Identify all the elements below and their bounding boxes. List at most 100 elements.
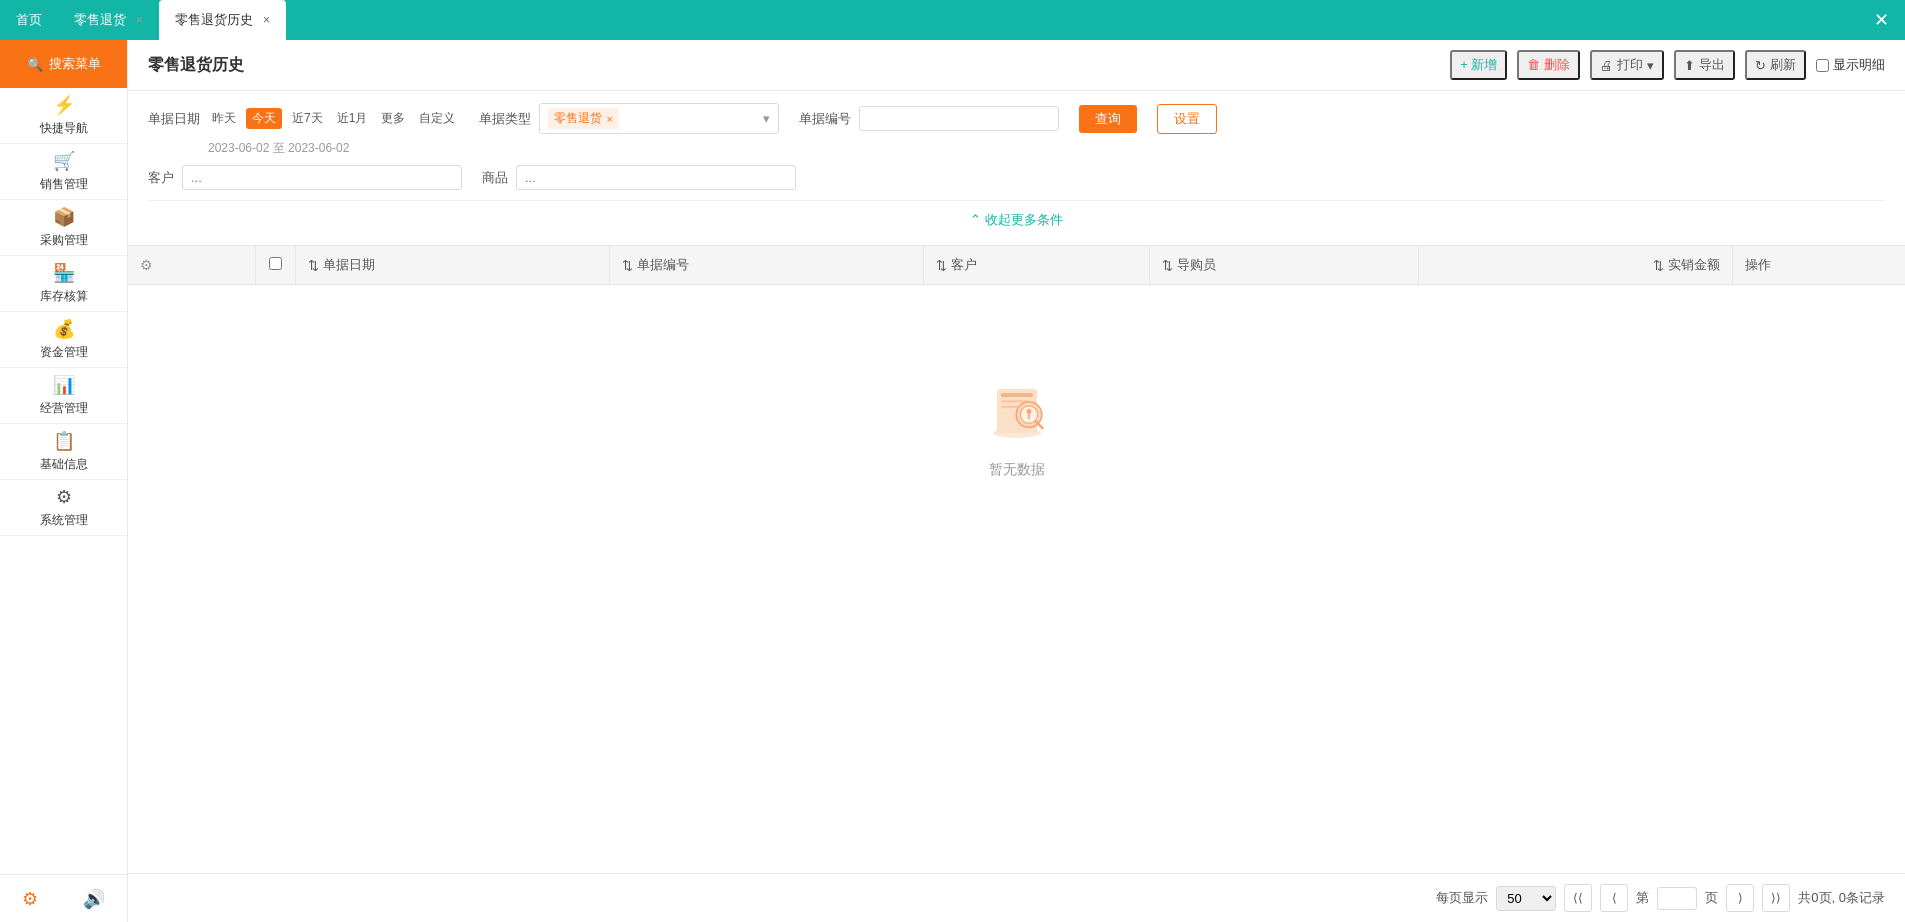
sidebar-item-sales-label: 销售管理: [40, 176, 88, 193]
empty-state-row: 暂无数据: [128, 285, 1905, 560]
filter-date-label: 单据日期: [148, 110, 200, 128]
th-guide-sort-icon: ⇅: [1162, 258, 1173, 273]
type-tag-text: 零售退货: [554, 110, 602, 127]
date-shortcuts: 昨天 今天 近7天 近1月 更多 自定义: [208, 108, 459, 129]
th-action: 操作: [1733, 246, 1905, 285]
collapse-button[interactable]: ⌃ 收起更多条件: [958, 207, 1075, 233]
filter-goods-input[interactable]: [516, 165, 796, 190]
sidebar-item-sales[interactable]: 🛒 销售管理: [0, 144, 127, 200]
date-range-display: 2023-06-02 至 2023-06-02: [208, 138, 1885, 157]
settings-bottom-icon[interactable]: ⚙: [22, 888, 38, 910]
filter-goods-label: 商品: [482, 169, 508, 187]
page-label: 第: [1636, 889, 1649, 907]
sidebar-search-label: 搜索菜单: [49, 55, 101, 73]
th-customer-sort-icon: ⇅: [936, 258, 947, 273]
refresh-icon: ↻: [1755, 58, 1766, 73]
sidebar-item-finance-label: 资金管理: [40, 344, 88, 361]
filter-row-2: 客户 商品: [148, 165, 1885, 190]
settings-icon[interactable]: ⚙: [140, 257, 153, 273]
tab-retail-return-history-close[interactable]: ×: [263, 13, 270, 27]
filter-customer-label: 客户: [148, 169, 174, 187]
tab-retail-return[interactable]: 零售退货 ×: [58, 0, 159, 40]
svg-rect-2: [1001, 393, 1033, 397]
sidebar-item-purchase[interactable]: 📦 采购管理: [0, 200, 127, 256]
print-arrow-icon: ▾: [1647, 58, 1654, 73]
filter-type: 单据类型 零售退货 × ▾: [479, 103, 779, 134]
filter-number-input[interactable]: [859, 106, 1059, 131]
audio-icon[interactable]: 🔊: [83, 888, 105, 910]
total-info: 共0页, 0条记录: [1798, 889, 1885, 907]
shortcut-custom[interactable]: 自定义: [415, 108, 459, 129]
filter-type-label: 单据类型: [479, 110, 531, 128]
shortcut-7days[interactable]: 近7天: [288, 108, 327, 129]
first-page-button[interactable]: ⟨⟨: [1564, 884, 1592, 912]
filter-row-1: 单据日期 昨天 今天 近7天 近1月 更多 自定义 单据类型: [148, 103, 1885, 134]
empty-state-icon: [977, 365, 1057, 445]
set-button[interactable]: 设置: [1157, 104, 1217, 134]
page-header: 零售退货历史 + 新增 🗑 删除 🖨 🖨 打印 打印 ▾ ⬆ 导出 ↻ 刷新: [128, 40, 1905, 91]
sidebar-item-purchase-label: 采购管理: [40, 232, 88, 249]
filter-goods: 商品: [482, 165, 796, 190]
filter-section: 单据日期 昨天 今天 近7天 近1月 更多 自定义 单据类型: [128, 91, 1905, 246]
print-button[interactable]: 🖨 🖨 打印 打印 ▾: [1590, 50, 1664, 80]
shortcut-1month[interactable]: 近1月: [333, 108, 372, 129]
th-date: ⇅ 单据日期: [296, 246, 610, 285]
next-page-button[interactable]: ⟩: [1726, 884, 1754, 912]
shortcut-more[interactable]: 更多: [377, 108, 409, 129]
sidebar-item-basic-info[interactable]: 📋 基础信息: [0, 424, 127, 480]
basic-info-icon: 📋: [53, 430, 75, 452]
sidebar-item-system-label: 系统管理: [40, 512, 88, 529]
last-page-button[interactable]: ⟩⟩: [1762, 884, 1790, 912]
sidebar-item-operations-label: 经营管理: [40, 400, 88, 417]
search-icon: 🔍: [27, 57, 43, 72]
sidebar-item-finance[interactable]: 💰 资金管理: [0, 312, 127, 368]
prev-page-button[interactable]: ⟨: [1600, 884, 1628, 912]
type-tag: 零售退货 ×: [548, 108, 618, 129]
system-icon: ⚙: [56, 486, 72, 508]
purchase-icon: 📦: [53, 206, 75, 228]
filter-number-label: 单据编号: [799, 110, 851, 128]
new-button[interactable]: + 新增: [1450, 50, 1507, 80]
refresh-button[interactable]: ↻ 刷新: [1745, 50, 1806, 80]
shortcut-yesterday[interactable]: 昨天: [208, 108, 240, 129]
window-close-button[interactable]: ✕: [1874, 9, 1889, 31]
tab-retail-return-close[interactable]: ×: [136, 13, 143, 27]
filter-customer-input[interactable]: [182, 165, 462, 190]
sales-icon: 🛒: [53, 150, 75, 172]
quick-nav-icon: ⚡: [53, 94, 75, 116]
filter-number: 单据编号: [799, 106, 1059, 131]
sidebar-item-operations[interactable]: 📊 经营管理: [0, 368, 127, 424]
th-amount-sort-icon: ⇅: [1653, 258, 1664, 273]
pagination: 每页显示 20 50 100 200 ⟨⟨ ⟨ 第 1 页 ⟩ ⟩⟩ 共0页, …: [128, 873, 1905, 922]
page-number-input[interactable]: 1: [1657, 887, 1697, 910]
delete-button[interactable]: 🗑 删除: [1517, 50, 1580, 80]
per-page-select[interactable]: 20 50 100 200: [1496, 886, 1556, 911]
sidebar: 🔍 搜索菜单 ⚡ 快捷导航 🛒 销售管理 📦 采购管理 🏪 库存核算 💰 资金管…: [0, 40, 128, 922]
th-settings[interactable]: ⚙: [128, 246, 256, 285]
th-guide: ⇅ 导购员: [1149, 246, 1419, 285]
show-detail-checkbox[interactable]: [1816, 59, 1829, 72]
sidebar-item-quick-nav[interactable]: ⚡ 快捷导航: [0, 88, 127, 144]
sidebar-item-inventory[interactable]: 🏪 库存核算: [0, 256, 127, 312]
th-number-sort-icon: ⇅: [622, 258, 633, 273]
sidebar-search[interactable]: 🔍 搜索菜单: [0, 40, 127, 88]
operations-icon: 📊: [53, 374, 75, 396]
export-button[interactable]: ⬆ 导出: [1674, 50, 1735, 80]
content-area: 零售退货历史 + 新增 🗑 删除 🖨 🖨 打印 打印 ▾ ⬆ 导出 ↻ 刷新: [128, 40, 1905, 922]
finance-icon: 💰: [53, 318, 75, 340]
shortcut-today[interactable]: 今天: [246, 108, 282, 129]
table-body: 暂无数据: [128, 285, 1905, 560]
tab-retail-return-history[interactable]: 零售退货历史 ×: [159, 0, 286, 40]
type-select-arrow-icon: ▾: [763, 111, 770, 126]
select-all-checkbox[interactable]: [269, 257, 282, 270]
tab-home-label: 首页: [16, 11, 42, 29]
filter-date: 单据日期 昨天 今天 近7天 近1月 更多 自定义: [148, 108, 459, 129]
sidebar-item-system[interactable]: ⚙ 系统管理: [0, 480, 127, 536]
filter-type-select[interactable]: 零售退货 × ▾: [539, 103, 779, 134]
tab-home[interactable]: 首页: [0, 0, 58, 40]
query-button[interactable]: 查询: [1079, 105, 1137, 133]
print-icon: 🖨: [1600, 58, 1613, 73]
sidebar-item-inventory-label: 库存核算: [40, 288, 88, 305]
type-tag-close[interactable]: ×: [606, 113, 612, 125]
th-checkbox[interactable]: [256, 246, 296, 285]
